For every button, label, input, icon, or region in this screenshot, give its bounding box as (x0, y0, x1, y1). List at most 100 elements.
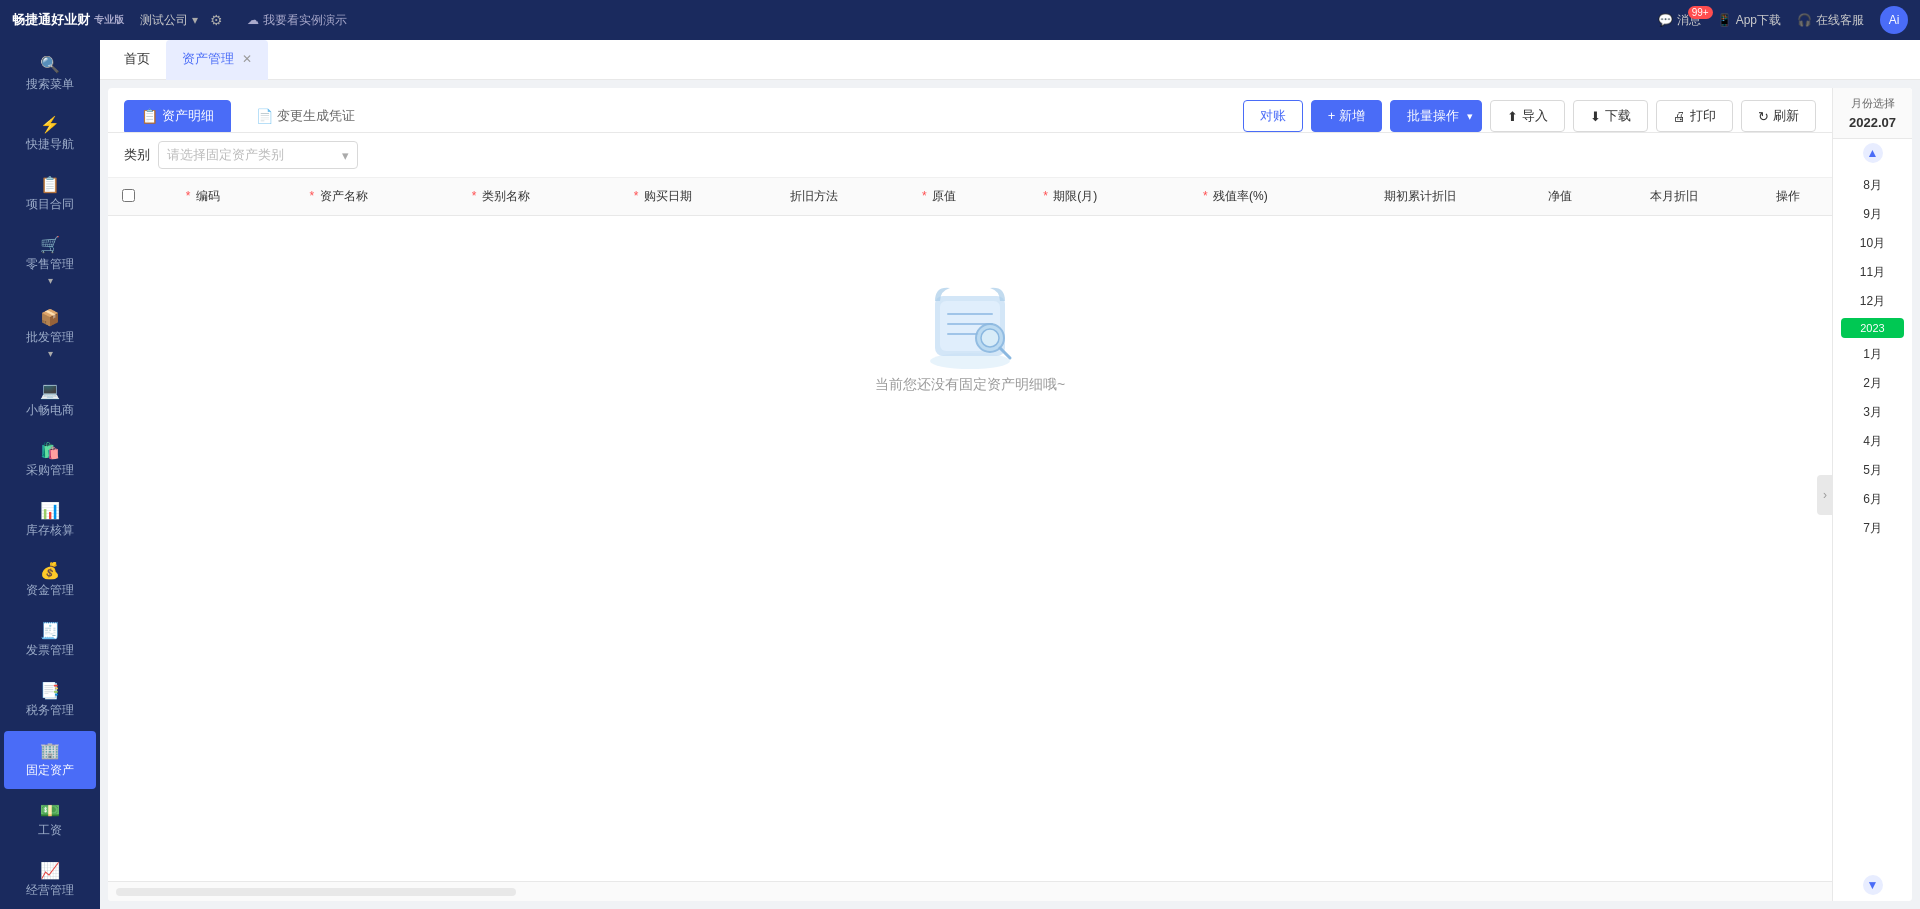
sidebar-label-wholesale: 批发管理 (26, 329, 74, 346)
sidebar-item-invoice[interactable]: 🧾 发票管理 (4, 611, 96, 669)
filter-category-placeholder: 请选择固定资产类别 (167, 146, 284, 164)
cash-icon: 💵 (40, 801, 60, 820)
sidebar-item-quicknav[interactable]: ⚡ 快捷导航 (4, 105, 96, 163)
page-content: 📋 资产明细 📄 变更生成凭证 对账 + 新增 (108, 88, 1912, 901)
download-btn[interactable]: ⬇ 下载 (1573, 100, 1648, 132)
reconcile-btn[interactable]: 对账 (1243, 100, 1303, 132)
sub-tab-change-voucher[interactable]: 📄 变更生成凭证 (239, 100, 372, 132)
refresh-btn-label: 刷新 (1773, 107, 1799, 125)
sidebar-item-project[interactable]: 📋 项目合同 (4, 165, 96, 223)
month-item[interactable]: 5月 (1833, 456, 1912, 485)
table-wrapper: * 编码 * 资产名称 * 类别名称 (108, 178, 1832, 881)
sidebar-item-inventory[interactable]: 📊 库存核算 (4, 491, 96, 549)
tab-asset-management[interactable]: 资产管理 ✕ (166, 40, 268, 80)
filter-dropdown-icon: ▾ (342, 148, 349, 163)
batch-btn[interactable]: 批量操作 ▾ (1390, 100, 1482, 132)
chart-icon: 📊 (40, 501, 60, 520)
batch-dropdown-icon: ▾ (1467, 110, 1473, 123)
message-badge: 99+ (1688, 6, 1713, 19)
company-name: 测试公司 (140, 12, 188, 29)
demo-text: 我要看实例演示 (263, 12, 347, 29)
filter-category-label: 类别 (124, 146, 150, 164)
sidebar-item-ops[interactable]: 📈 经营管理 (4, 851, 96, 909)
topbar-right: 💬 消息 99+ 📱 App下载 🎧 在线客服 Ai (1658, 6, 1908, 34)
month-item[interactable]: 11月 (1833, 258, 1912, 287)
company-selector[interactable]: 测试公司 ▾ (140, 12, 198, 29)
message-icon: 💬 (1658, 13, 1673, 27)
reconcile-btn-label: 对账 (1260, 107, 1286, 125)
headset-icon: 🎧 (1797, 13, 1812, 27)
sidebar-item-purchase[interactable]: 🛍️ 采购管理 (4, 431, 96, 489)
tab-home[interactable]: 首页 (108, 40, 166, 80)
month-item[interactable]: 1月 (1833, 340, 1912, 369)
month-down-btn[interactable]: ▼ (1863, 875, 1883, 895)
month-item[interactable]: 9月 (1833, 200, 1912, 229)
sub-tab-asset-detail[interactable]: 📋 资产明细 (124, 100, 231, 132)
month-item[interactable]: 8月 (1833, 171, 1912, 200)
bag-icon: 🛍️ (40, 441, 60, 460)
sub-tab-asset-detail-label: 资产明细 (162, 107, 214, 125)
month-item[interactable]: 3月 (1833, 398, 1912, 427)
top-bar: 畅捷通好业财 专业版 测试公司 ▾ ⚙ ☁ 我要看实例演示 💬 消息 99+ 📱… (0, 0, 1920, 40)
month-item[interactable]: 6月 (1833, 485, 1912, 514)
th-accumulated: 期初累计折旧 (1324, 178, 1517, 216)
month-item[interactable]: 4月 (1833, 427, 1912, 456)
demo-link[interactable]: ☁ 我要看实例演示 (247, 12, 347, 29)
app-subtitle: 专业版 (94, 13, 124, 27)
sidebar-item-tax[interactable]: 📑 税务管理 (4, 671, 96, 729)
month-panel-title: 月份选择 (1841, 96, 1904, 111)
chevron-right-icon: › (1823, 488, 1827, 502)
main-layout: 🔍 搜索菜单 ⚡ 快捷导航 📋 项目合同 🛒 零售管理 ▾ 📦 批发管理 ▾ 💻… (0, 40, 1920, 909)
message-btn[interactable]: 💬 消息 99+ (1658, 12, 1701, 29)
add-btn[interactable]: + 新增 (1311, 100, 1382, 132)
list-icon: 📋 (141, 108, 158, 124)
horizontal-scrollbar[interactable] (116, 888, 516, 896)
th-purchase-date: * 购买日期 (582, 178, 744, 216)
sidebar-item-salary[interactable]: 💵 工资 (4, 791, 96, 849)
refresh-icon: ↻ (1758, 109, 1769, 124)
arrow-down-icon2: ▾ (48, 348, 53, 359)
month-list: 8月9月10月11月12月20231月2月3月4月5月6月7月 (1833, 167, 1912, 869)
th-original-value: * 原值 (884, 178, 994, 216)
month-year-badge: 2023 (1841, 318, 1904, 338)
filter-category-select[interactable]: 请选择固定资产类别 ▾ (158, 141, 358, 169)
sidebar-label-search: 搜索菜单 (26, 76, 74, 93)
asset-table: * 编码 * 资产名称 * 类别名称 (108, 178, 1832, 216)
sidebar-item-finance[interactable]: 💰 资金管理 (4, 551, 96, 609)
sidebar-label-tax: 税务管理 (26, 702, 74, 719)
th-code: * 编码 (148, 178, 258, 216)
settings-icon[interactable]: ⚙ (210, 12, 223, 28)
print-btn-label: 打印 (1690, 107, 1716, 125)
import-btn[interactable]: ⬆ 导入 (1490, 100, 1565, 132)
month-item[interactable]: 12月 (1833, 287, 1912, 316)
add-btn-label: + 新增 (1328, 107, 1365, 125)
month-item[interactable]: 10月 (1833, 229, 1912, 258)
bottom-scrollbar[interactable] (108, 881, 1832, 901)
month-item[interactable]: 7月 (1833, 514, 1912, 543)
batch-btn-label: 批量操作 (1407, 107, 1459, 125)
tab-close-icon[interactable]: ✕ (242, 52, 252, 66)
month-item[interactable]: 2月 (1833, 369, 1912, 398)
sidebar-item-assets[interactable]: 🏢 固定资产 (4, 731, 96, 789)
month-up-btn[interactable]: ▲ (1863, 143, 1883, 163)
sidebar-item-ecom[interactable]: 💻 小畅电商 (4, 371, 96, 429)
app-download-btn[interactable]: 📱 App下载 (1717, 12, 1781, 29)
print-btn[interactable]: 🖨 打印 (1656, 100, 1733, 132)
refresh-btn[interactable]: ↻ 刷新 (1741, 100, 1816, 132)
dropdown-icon: ▾ (192, 13, 198, 27)
empty-text: 当前您还没有固定资产明细哦~ (875, 376, 1065, 394)
phone-icon: 📱 (1717, 13, 1732, 27)
main-panel: 📋 资产明细 📄 变更生成凭证 对账 + 新增 (108, 88, 1832, 901)
month-panel-toggle[interactable]: › (1817, 475, 1833, 515)
sidebar-item-retail[interactable]: 🛒 零售管理 ▾ (4, 225, 96, 296)
th-category: * 类别名称 (420, 178, 582, 216)
sidebar-item-wholesale[interactable]: 📦 批发管理 ▾ (4, 298, 96, 369)
download-icon: ⬇ (1590, 109, 1601, 124)
online-service-btn[interactable]: 🎧 在线客服 (1797, 12, 1864, 29)
sidebar-item-search[interactable]: 🔍 搜索菜单 (4, 45, 96, 103)
import-icon: ⬆ (1507, 109, 1518, 124)
sidebar-label-project: 项目合同 (26, 196, 74, 213)
user-avatar[interactable]: Ai (1880, 6, 1908, 34)
select-all-checkbox[interactable] (122, 189, 135, 202)
sidebar-label-finance: 资金管理 (26, 582, 74, 599)
